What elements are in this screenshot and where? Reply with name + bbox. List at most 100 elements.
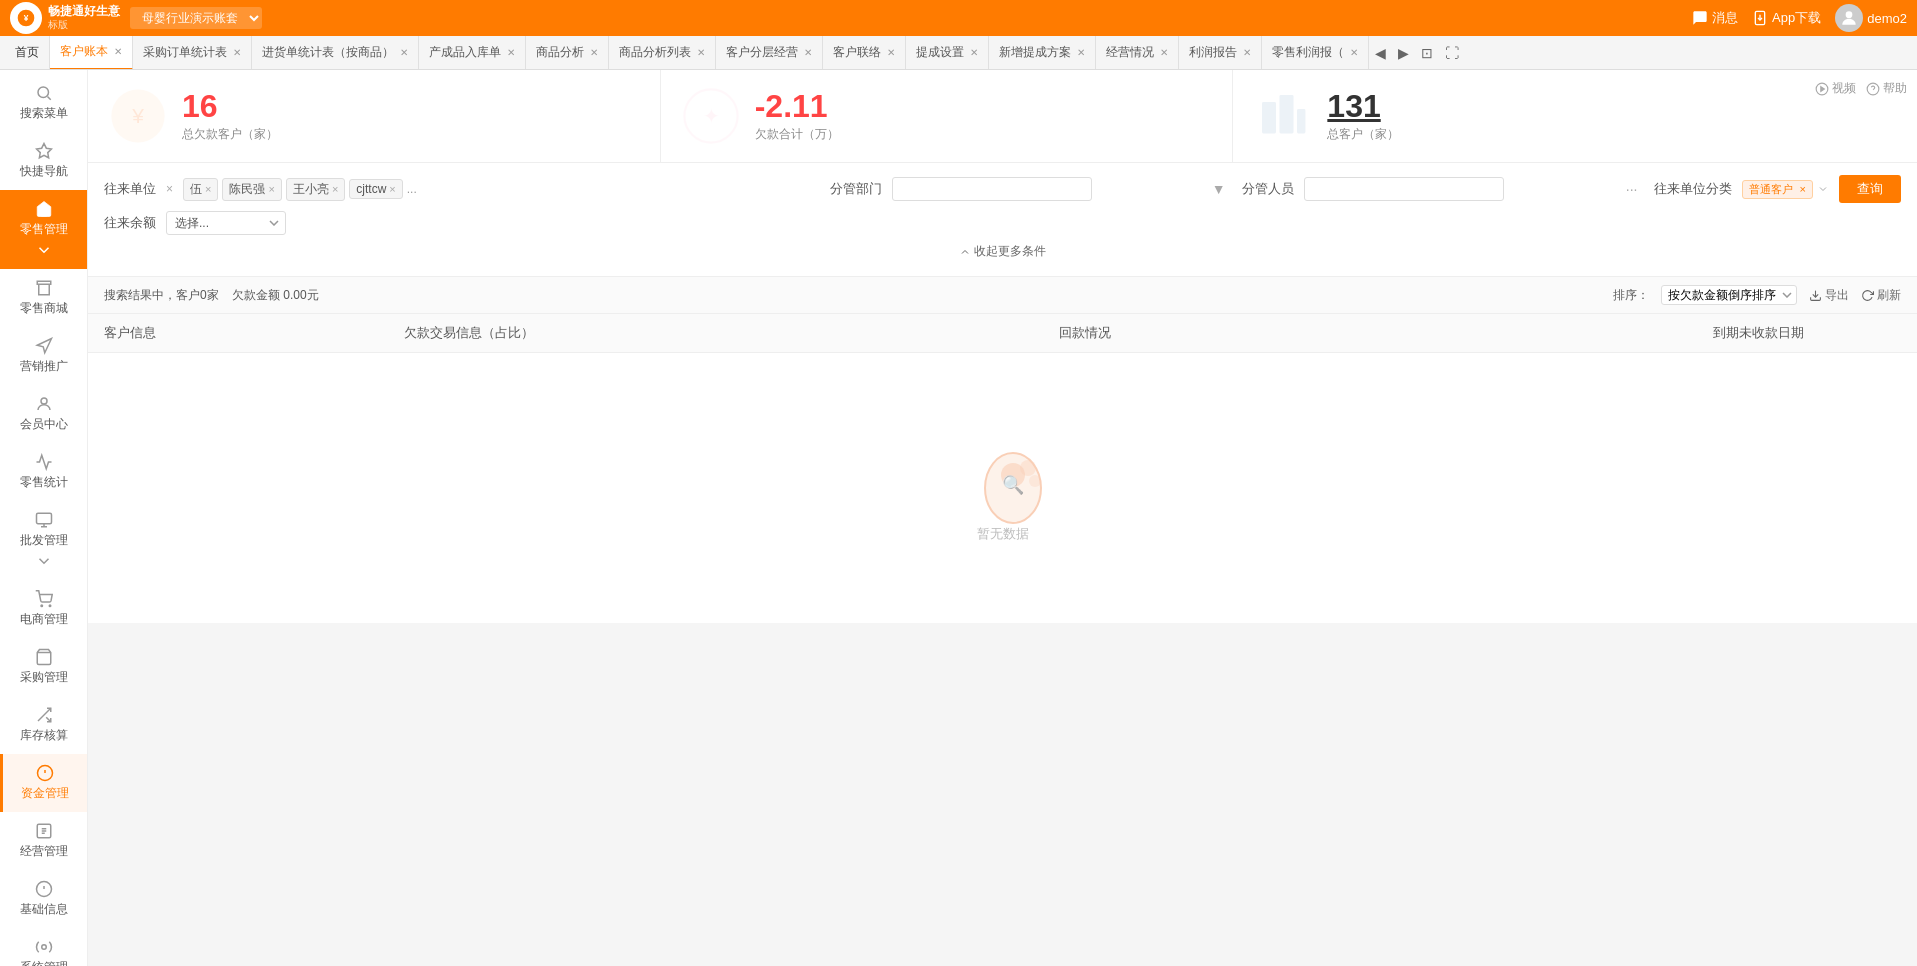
refresh-btn[interactable]: 刷新: [1861, 287, 1901, 304]
sidebar-item-purchase[interactable]: 采购管理: [0, 638, 87, 696]
tab-next[interactable]: ▶: [1392, 43, 1415, 63]
tab-customer-contact[interactable]: 客户联络 ✕: [823, 36, 906, 70]
dept-input[interactable]: [892, 177, 1092, 201]
tab-close-purchase-order[interactable]: ✕: [233, 47, 241, 58]
sidebar: 搜索菜单 快捷导航 零售管理 零售商城 营销推广 会员中心: [0, 70, 88, 966]
sidebar-item-marketing[interactable]: 营销推广: [0, 327, 87, 385]
tab-operation[interactable]: 经营情况 ✕: [1096, 36, 1179, 70]
company-selector[interactable]: 母婴行业演示账套: [130, 7, 262, 29]
tab-profit-report[interactable]: 利润报告 ✕: [1179, 36, 1262, 70]
stat-block-amount: ✦ -2.11 欠款合计（万）: [661, 70, 1234, 162]
svg-point-12: [41, 605, 43, 607]
sidebar-nav: 搜索菜单 快捷导航 零售管理 零售商城 营销推广 会员中心: [0, 70, 87, 966]
tab-close-product-analysis-list[interactable]: ✕: [697, 47, 705, 58]
sidebar-item-wholesale[interactable]: 批发管理: [0, 501, 87, 580]
filter-row-1: 往来单位 × 伍 × 陈民强 × 王小亮 ×: [104, 175, 1901, 203]
dept-input-wrap: ▼: [892, 177, 1232, 201]
tab-close-commission-settings[interactable]: ✕: [970, 47, 978, 58]
tab-close-incoming-stats[interactable]: ✕: [400, 47, 408, 58]
sidebar-item-members[interactable]: 会员中心: [0, 385, 87, 443]
video-help-btn[interactable]: 视频: [1815, 80, 1856, 97]
unit-label: 往来单位: [104, 180, 156, 198]
svg-point-4: [1846, 11, 1853, 18]
stat-icon-amount: ✦: [681, 86, 741, 146]
top-header: ¥ 畅捷通好生意 标版 母婴行业演示账套 消息 App下载 demo2: [0, 0, 1917, 36]
sort-select[interactable]: 按欠款金额倒序排序: [1661, 285, 1797, 305]
svg-text:✦: ✦: [702, 105, 719, 127]
dept-label: 分管部门: [830, 180, 882, 198]
filter-tag-chen[interactable]: 陈民强 ×: [222, 178, 281, 201]
tab-close-operation[interactable]: ✕: [1160, 47, 1168, 58]
stat-label-customers: 总欠款客户（家）: [182, 126, 278, 143]
tab-close-new-commission[interactable]: ✕: [1077, 47, 1085, 58]
stat-label-total: 总客户（家）: [1327, 126, 1399, 143]
user-menu[interactable]: demo2: [1835, 4, 1907, 32]
stat-value-total: 131: [1327, 90, 1399, 122]
sidebar-item-retail[interactable]: 零售管理: [0, 190, 87, 269]
app-download-btn[interactable]: App下载: [1752, 9, 1821, 27]
filter-tag-wang[interactable]: 王小亮 ×: [286, 178, 345, 201]
tab-close-profit-report[interactable]: ✕: [1243, 47, 1251, 58]
query-btn[interactable]: 查询: [1839, 175, 1901, 203]
filter-tag-cjttcw[interactable]: cjttcw ×: [349, 179, 402, 199]
category-dropdown-icon[interactable]: [1817, 183, 1829, 195]
sidebar-item-finance[interactable]: 资金管理: [0, 754, 87, 812]
category-tag-close[interactable]: ×: [1800, 183, 1806, 195]
tab-prev[interactable]: ◀: [1369, 43, 1392, 63]
messages-btn[interactable]: 消息: [1692, 9, 1738, 27]
tab-close-product-entry[interactable]: ✕: [507, 47, 515, 58]
th-customer-info: 客户信息: [88, 314, 388, 352]
tab-commission-settings[interactable]: 提成设置 ✕: [906, 36, 989, 70]
export-btn[interactable]: 导出: [1809, 287, 1849, 304]
tab-home[interactable]: 首页: [5, 36, 50, 70]
sidebar-item-retail-stats[interactable]: 零售统计: [0, 443, 87, 501]
sidebar-item-shortcuts[interactable]: 快捷导航: [0, 132, 87, 190]
stat-icon-customers: ¥: [108, 86, 168, 146]
svg-text:🔍: 🔍: [1002, 474, 1025, 496]
tab-expand[interactable]: ⊡: [1415, 43, 1439, 63]
balance-select[interactable]: 选择...: [166, 211, 286, 235]
sidebar-item-retail-store[interactable]: 零售商城: [0, 269, 87, 327]
person-dots[interactable]: ···: [1626, 181, 1638, 197]
sidebar-item-basic-info[interactable]: 基础信息: [0, 870, 87, 928]
tab-product-entry[interactable]: 产成品入库单 ✕: [419, 36, 526, 70]
tab-close-customer-segment[interactable]: ✕: [804, 47, 812, 58]
filter-more[interactable]: ...: [407, 182, 417, 196]
tab-close-customer-contact[interactable]: ✕: [887, 47, 895, 58]
sidebar-item-system[interactable]: 系统管理: [0, 928, 87, 966]
help-btn[interactable]: 帮助: [1866, 80, 1907, 97]
person-input[interactable]: [1304, 177, 1504, 201]
tab-close-retail-profit[interactable]: ✕: [1350, 47, 1358, 58]
filter-tag-wu[interactable]: 伍 ×: [183, 178, 218, 201]
tab-product-analysis-list[interactable]: 商品分析列表 ✕: [609, 36, 716, 70]
stat-label-amount: 欠款合计（万）: [755, 126, 839, 143]
filter-tags: 伍 × 陈民强 × 王小亮 × cjttcw × ...: [183, 178, 819, 201]
svg-point-8: [41, 398, 47, 404]
sidebar-item-search[interactable]: 搜索菜单: [0, 74, 87, 132]
sidebar-item-inventory[interactable]: 库存核算: [0, 696, 87, 754]
tab-customer-ledger[interactable]: 客户账本 ✕: [50, 36, 133, 70]
dept-dots[interactable]: ▼: [1212, 181, 1226, 197]
th-debt-info: 欠款交易信息（占比）: [388, 314, 1043, 352]
export-icon: [1809, 289, 1822, 302]
tab-customer-segment[interactable]: 客户分层经营 ✕: [716, 36, 823, 70]
svg-marker-7: [36, 144, 51, 158]
collapse-btn[interactable]: 收起更多条件: [959, 243, 1046, 260]
tab-close-product-analysis[interactable]: ✕: [590, 47, 598, 58]
tab-product-analysis[interactable]: 商品分析 ✕: [526, 36, 609, 70]
sidebar-item-operation[interactable]: 经营管理: [0, 812, 87, 870]
svg-line-6: [47, 96, 50, 99]
tab-new-commission[interactable]: 新增提成方案 ✕: [989, 36, 1096, 70]
logo-area: ¥ 畅捷通好生意 标版: [10, 2, 120, 34]
tab-incoming-stats[interactable]: 进货单统计表（按商品） ✕: [252, 36, 419, 70]
tab-close-customer-ledger[interactable]: ✕: [114, 46, 122, 57]
tab-purchase-order[interactable]: 采购订单统计表 ✕: [133, 36, 252, 70]
stat-icon-total: [1253, 86, 1313, 146]
person-input-wrap: ···: [1304, 177, 1644, 201]
balance-label: 往来余额: [104, 214, 156, 232]
tab-retail-profit[interactable]: 零售利润报（ ✕: [1262, 36, 1369, 70]
filter-row-2: 往来余额 选择...: [104, 211, 1901, 235]
sidebar-item-ecommerce[interactable]: 电商管理: [0, 580, 87, 638]
tab-fullscreen[interactable]: ⛶: [1439, 43, 1465, 63]
content-area: ¥ 16 总欠款客户（家） ✦ -2.11 欠款合计: [88, 70, 1917, 966]
